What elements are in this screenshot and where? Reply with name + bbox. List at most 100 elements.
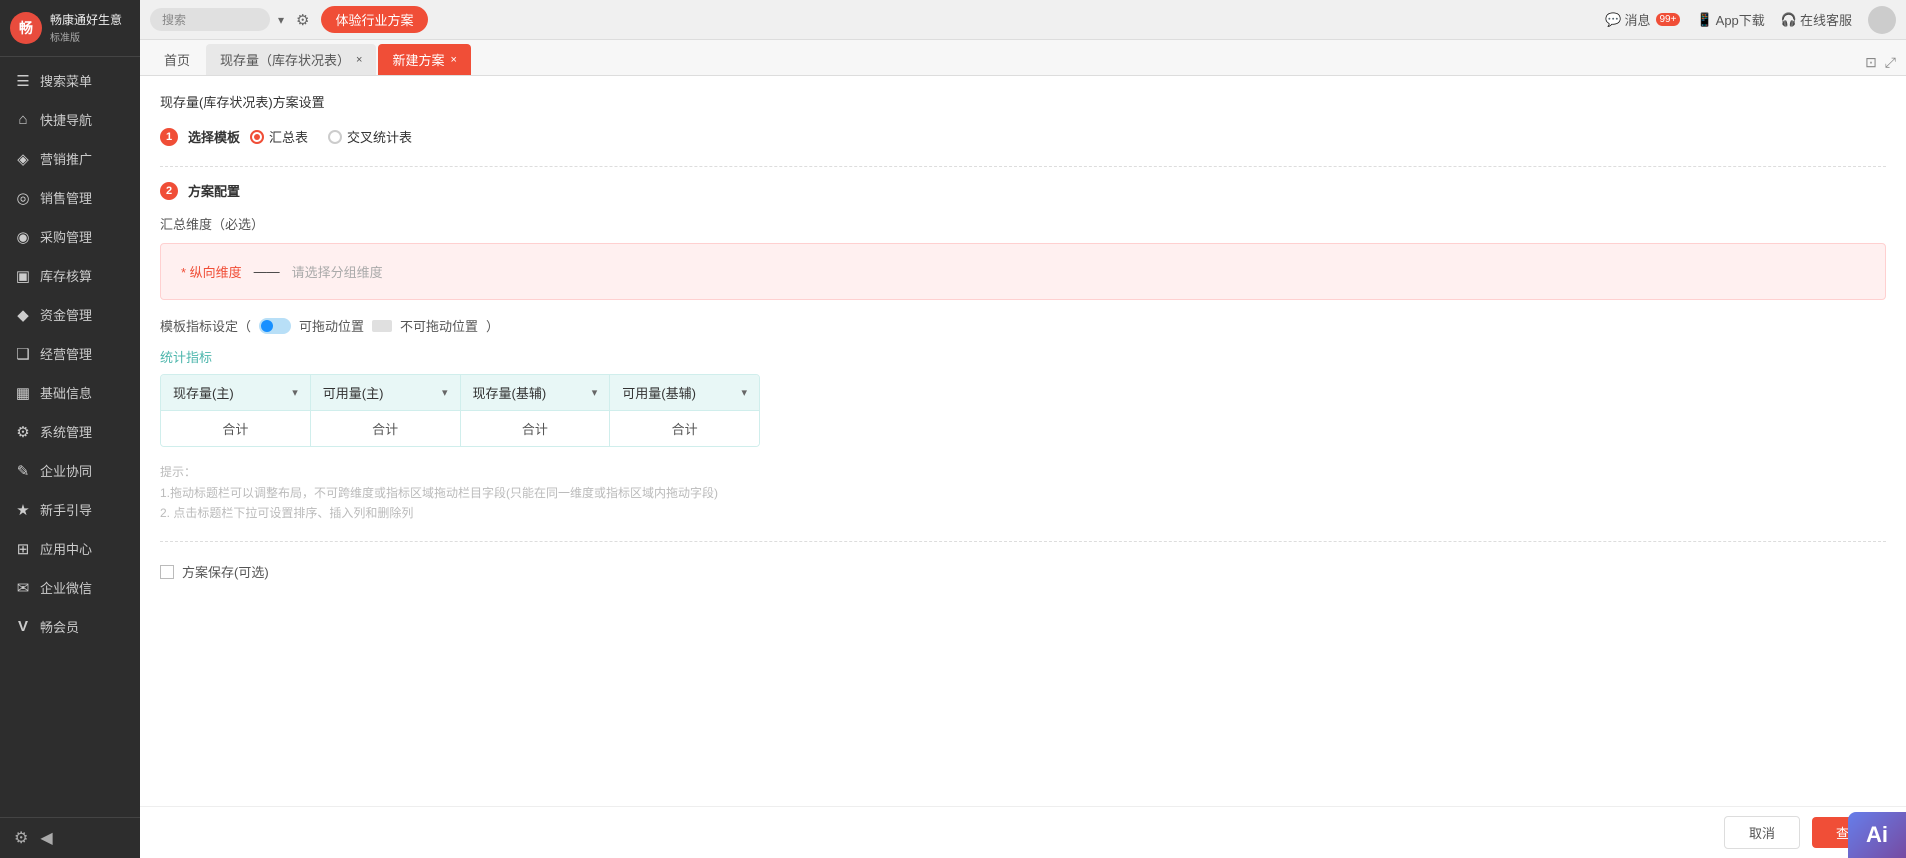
message-label: 消息 — [1624, 10, 1650, 29]
sidebar-label-marketing: 营销推广 — [40, 149, 92, 168]
cancel-button[interactable]: 取消 — [1724, 816, 1800, 849]
stats-cell-0-0: 合计 — [161, 411, 311, 446]
sidebar: 畅 畅康通好生意 标准版 ☰ 搜索菜单 ⌂ 快捷导航 ◈ 营销推广 ◎ 销售管理… — [0, 0, 140, 858]
tab-expand-icon[interactable]: ⤢ — [1885, 54, 1896, 71]
stats-col-1: 可用量(主) ▾ — [311, 375, 461, 410]
sidebar-item-guide[interactable]: ★ 新手引导 — [0, 490, 140, 529]
indicator-suffix: ） — [486, 316, 499, 335]
ai-badge[interactable]: Ai — [1848, 812, 1906, 858]
online-service-btn[interactable]: 🎧 在线客服 — [1781, 10, 1852, 29]
save-checkbox[interactable] — [160, 565, 174, 579]
search-menu-icon: ☰ — [14, 72, 32, 90]
collab-icon: ✎ — [14, 462, 32, 480]
stats-col-2-label: 现存量(基辅) — [473, 383, 588, 402]
stats-col-1-arrow[interactable]: ▾ — [442, 386, 448, 399]
stats-col-2-arrow[interactable]: ▾ — [592, 386, 598, 399]
settings-footer-icon[interactable]: ⚙ — [14, 828, 28, 848]
undraggable-label: 不可拖动位置 — [400, 316, 478, 335]
tab-inventory-label: 现存量（库存状况表） — [220, 50, 350, 69]
sidebar-item-wechat[interactable]: ✉ 企业微信 — [0, 568, 140, 607]
stats-col-0-arrow[interactable]: ▾ — [292, 386, 298, 399]
sidebar-item-appcenter[interactable]: ⊞ 应用中心 — [0, 529, 140, 568]
sidebar-item-inventory[interactable]: ▣ 库存核算 — [0, 256, 140, 295]
divider2 — [160, 541, 1886, 542]
appcenter-icon: ⊞ — [14, 540, 32, 558]
step1-num: 1 — [160, 128, 178, 146]
sidebar-item-sales[interactable]: ◎ 销售管理 — [0, 178, 140, 217]
sidebar-nav: ☰ 搜索菜单 ⌂ 快捷导航 ◈ 营销推广 ◎ 销售管理 ◉ 采购管理 ▣ 库存核… — [0, 57, 140, 817]
tab-home-label: 首页 — [164, 50, 190, 69]
stats-col-3-label: 可用量(基辅) — [622, 383, 737, 402]
radio-crosstab-label: 交叉统计表 — [347, 127, 412, 146]
sidebar-label-sales: 销售管理 — [40, 188, 92, 207]
tab-new-plan-close[interactable]: × — [450, 54, 456, 66]
draggable-toggle[interactable] — [259, 318, 291, 334]
sales-icon: ◎ — [14, 189, 32, 207]
sidebar-item-marketing[interactable]: ◈ 营销推广 — [0, 139, 140, 178]
sidebar-logo: 畅 畅康通好生意 标准版 — [0, 0, 140, 57]
marketing-icon: ◈ — [14, 150, 32, 168]
tab-inventory-close[interactable]: × — [356, 54, 362, 66]
message-badge: 99+ — [1656, 13, 1681, 26]
indicator-prefix: 模板指标设定（ — [160, 316, 251, 335]
online-service-label: 在线客服 — [1800, 10, 1852, 29]
radio-crosstab[interactable]: 交叉统计表 — [328, 127, 412, 146]
app-download-btn[interactable]: 📱 App下载 — [1696, 10, 1764, 29]
sidebar-item-search[interactable]: ☰ 搜索菜单 — [0, 61, 140, 100]
tip-item-0: 1.拖动标题栏可以调整布局，不可跨维度或指标区域拖动栏目字段(只能在同一维度或指… — [160, 484, 1886, 501]
management-icon: ❑ — [14, 345, 32, 363]
stats-col-0: 现存量(主) ▾ — [161, 375, 311, 410]
tab-new-plan-label: 新建方案 — [392, 50, 444, 69]
sidebar-item-collab[interactable]: ✎ 企业协同 — [0, 451, 140, 490]
tab-new-plan[interactable]: 新建方案 × — [378, 44, 470, 75]
sidebar-label-guide: 新手引导 — [40, 500, 92, 519]
dim-config-area: * 纵向维度 —— 请选择分组维度 — [160, 243, 1886, 300]
tab-home[interactable]: 首页 — [150, 44, 204, 75]
radio-summary-dot — [250, 130, 264, 144]
tips-area: 提示： 1.拖动标题栏可以调整布局，不可跨维度或指标区域拖动栏目字段(只能在同一… — [160, 463, 1886, 521]
sidebar-label-search: 搜索菜单 — [40, 71, 92, 90]
app-download-label: App下载 — [1716, 10, 1765, 29]
sidebar-item-basicinfo[interactable]: ▦ 基础信息 — [0, 373, 140, 412]
sidebar-label-system: 系统管理 — [40, 422, 92, 441]
tab-inventory[interactable]: 现存量（库存状况表） × — [206, 44, 376, 75]
tip-title: 提示： — [160, 463, 1886, 480]
stats-col-2: 现存量(基辅) ▾ — [461, 375, 611, 410]
sidebar-label-appcenter: 应用中心 — [40, 539, 92, 558]
save-label: 方案保存(可选) — [182, 562, 269, 581]
step2-section: 2 方案配置 汇总维度（必选） * 纵向维度 —— 请选择分组维度 模板指标设定… — [160, 181, 1886, 521]
save-row: 方案保存(可选) — [160, 562, 1886, 581]
stats-title: 统计指标 — [160, 347, 1886, 366]
topbar-right: 💬 消息 99+ 📱 App下载 🎧 在线客服 — [1605, 6, 1896, 34]
guide-icon: ★ — [14, 501, 32, 519]
sidebar-label-member: 畅会员 — [40, 617, 79, 636]
headset-icon: 🎧 — [1781, 12, 1797, 28]
trial-btn[interactable]: 体验行业方案 — [321, 6, 427, 33]
basicinfo-icon: ▦ — [14, 384, 32, 402]
sidebar-item-system[interactable]: ⚙ 系统管理 — [0, 412, 140, 451]
stats-col-1-label: 可用量(主) — [323, 383, 438, 402]
step1-header: 1 选择模板 汇总表 交叉统计表 — [160, 127, 1886, 146]
sidebar-label-wechat: 企业微信 — [40, 578, 92, 597]
topbar-dropdown[interactable]: ▾ — [278, 13, 284, 27]
collapse-icon[interactable]: ◀ — [40, 828, 52, 848]
app-name: 畅康通好生意 — [50, 12, 122, 29]
sidebar-item-purchase[interactable]: ◉ 采购管理 — [0, 217, 140, 256]
stats-col-3-arrow[interactable]: ▾ — [741, 386, 747, 399]
home-icon: ⌂ — [14, 111, 32, 128]
sidebar-item-quicknav[interactable]: ⌂ 快捷导航 — [0, 100, 140, 139]
message-btn[interactable]: 💬 消息 99+ — [1605, 10, 1680, 29]
sidebar-item-member[interactable]: V 畅会员 — [0, 607, 140, 646]
stats-col-0-label: 现存量(主) — [173, 383, 288, 402]
user-avatar[interactable] — [1868, 6, 1896, 34]
sidebar-item-finance[interactable]: ◆ 资金管理 — [0, 295, 140, 334]
message-icon: 💬 — [1605, 12, 1621, 28]
phone-icon: 📱 — [1696, 12, 1712, 28]
draggable-label: 可拖动位置 — [299, 316, 364, 335]
vertical-dim-placeholder[interactable]: 请选择分组维度 — [292, 262, 383, 281]
sidebar-item-management[interactable]: ❑ 经营管理 — [0, 334, 140, 373]
topbar-gear-icon[interactable]: ⚙ — [296, 11, 309, 29]
sidebar-label-inventory: 库存核算 — [40, 266, 92, 285]
tab-restore-icon[interactable]: ⊡ — [1865, 54, 1877, 71]
radio-summary[interactable]: 汇总表 — [250, 127, 308, 146]
